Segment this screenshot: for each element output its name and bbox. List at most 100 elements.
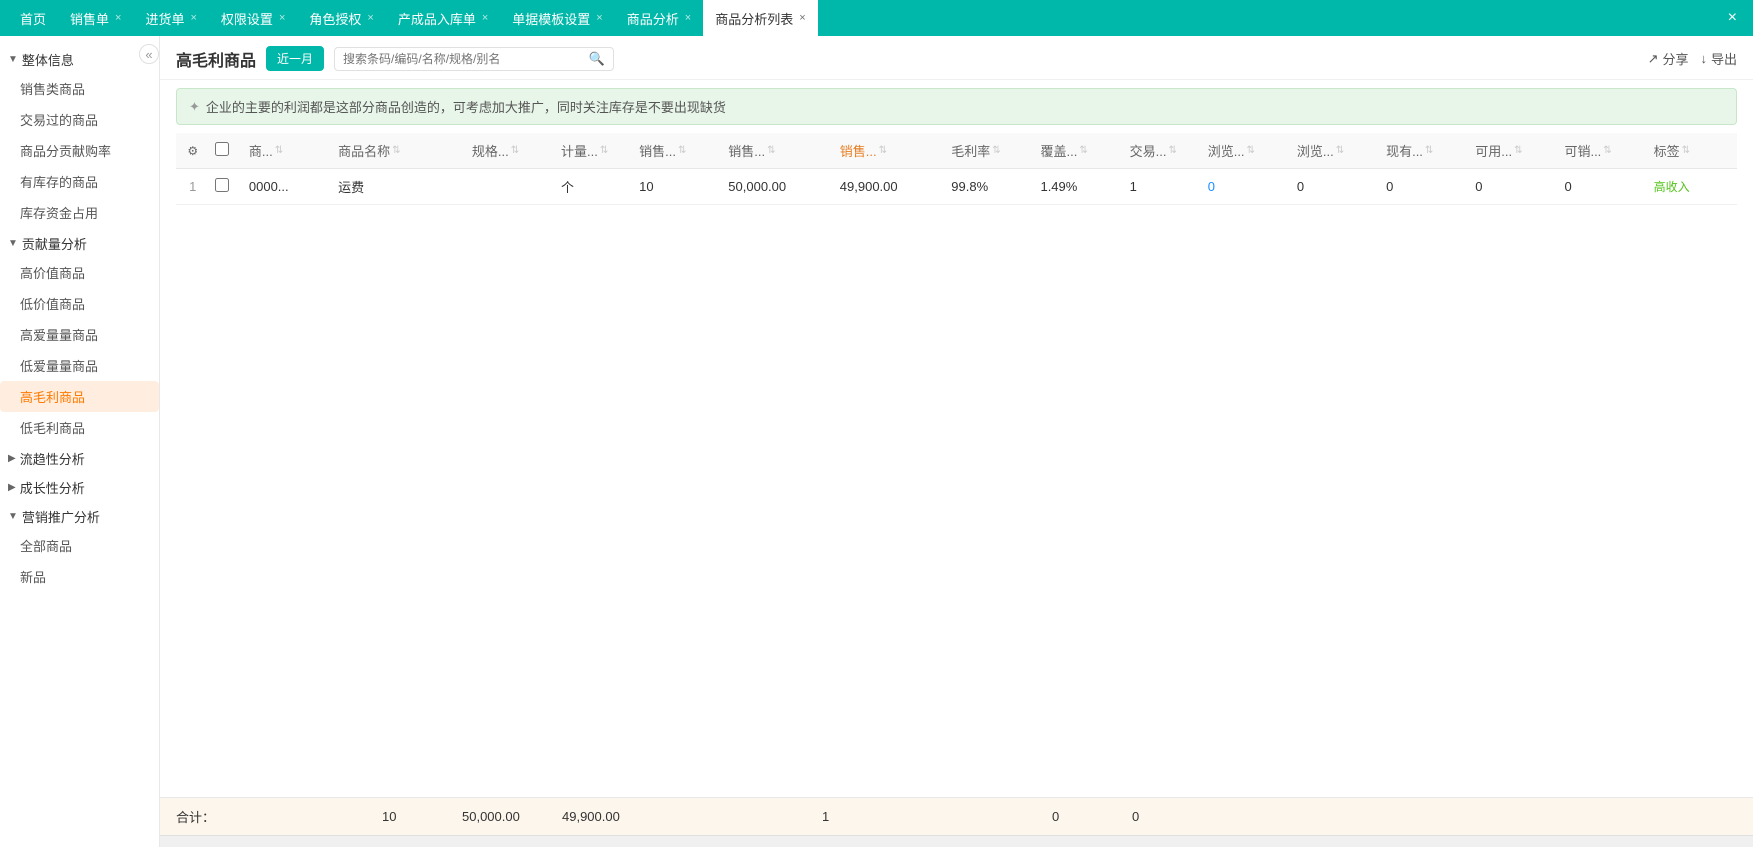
nav-purchase-order[interactable]: 进货单 × [133, 0, 208, 36]
nav-role-auth[interactable]: 角色授权 × [297, 0, 385, 36]
col-sales-amount[interactable]: 销售...⇅ [722, 133, 834, 169]
sidebar-item-in-stock[interactable]: 有库存的商品 [0, 166, 159, 197]
col-name-sort-icon: ⇅ [392, 145, 400, 156]
sidebar-item-high-demand[interactable]: 高爱量量商品 [0, 319, 159, 350]
nav-product-inbound-close[interactable]: × [482, 12, 488, 24]
col-unit[interactable]: 计量...⇅ [555, 133, 633, 169]
sidebar-group-growth-arrow: ▶ [8, 482, 16, 493]
header-actions: ↗ 分享 ↓ 导出 [1648, 49, 1737, 68]
nav-template-settings[interactable]: 单据模板设置 × [500, 0, 614, 36]
footer-trade: 1 [816, 809, 886, 824]
export-icon: ↓ [1700, 51, 1707, 66]
col-browse1-sort-icon: ⇅ [1247, 145, 1255, 156]
col-coverage[interactable]: 覆盖...⇅ [1034, 133, 1123, 169]
col-current-stock[interactable]: 现有...⇅ [1380, 133, 1469, 169]
nav-role-auth-close[interactable]: × [367, 12, 373, 24]
select-all-checkbox[interactable] [215, 142, 229, 156]
sidebar-group-trend-arrow: ▶ [8, 453, 16, 464]
search-icon[interactable]: 🔍 [589, 51, 605, 67]
col-trade[interactable]: 交易...⇅ [1124, 133, 1202, 169]
col-gross-margin-sort-icon: ⇅ [992, 145, 1000, 156]
sidebar-group-marketing-arrow: ▼ [8, 511, 18, 522]
nav-sales-order-close[interactable]: × [115, 12, 121, 24]
row-checkbox-cell [209, 169, 242, 205]
nav-product-analysis[interactable]: 商品分析 × [615, 0, 703, 36]
row-coverage: 1.49% [1034, 169, 1123, 205]
export-button[interactable]: ↓ 导出 [1700, 49, 1737, 68]
nav-permission-settings-close[interactable]: × [279, 12, 285, 24]
sidebar-group-growth[interactable]: ▶ 成长性分析 [0, 472, 159, 501]
sidebar-item-high-margin[interactable]: 高毛利商品 [0, 381, 159, 412]
nav-purchase-order-close[interactable]: × [190, 12, 196, 24]
col-sales-cost[interactable]: 销售...⇅ [834, 133, 946, 169]
sidebar-collapse-button[interactable]: « [139, 44, 159, 64]
sidebar-group-contribution-arrow: ▼ [8, 238, 18, 249]
sidebar-item-new-goods[interactable]: 新品 [0, 561, 159, 592]
bottom-scrollbar[interactable] [160, 835, 1753, 847]
sidebar-group-trend[interactable]: ▶ 流趋性分析 [0, 443, 159, 472]
notice-text: 企业的主要的利润都是这部分商品创造的，可考虑加大推广，同时关注库存是不要出现缺货 [206, 97, 726, 116]
col-unit-sort-icon: ⇅ [600, 145, 608, 156]
row-checkbox[interactable] [215, 178, 229, 192]
sidebar-item-low-value[interactable]: 低价值商品 [0, 288, 159, 319]
main-container: « ▼ 整体信息 销售类商品 交易过的商品 商品分贡献购率 有库存的商品 库存资… [0, 36, 1753, 847]
nav-template-settings-close[interactable]: × [596, 12, 602, 24]
table-wrapper: ⚙ 商...⇅ 商品名称⇅ 规格...⇅ 计量...⇅ [160, 133, 1753, 797]
footer-available: 0 [1126, 809, 1206, 824]
col-gross-margin[interactable]: 毛利率⇅ [945, 133, 1034, 169]
sidebar-item-low-demand[interactable]: 低爱量量商品 [0, 350, 159, 381]
nav-product-analysis-list[interactable]: 商品分析列表 × [703, 0, 817, 36]
nav-sales-order[interactable]: 销售单 × [58, 0, 133, 36]
col-browse1[interactable]: 浏览...⇅ [1202, 133, 1291, 169]
sidebar-group-marketing[interactable]: ▼ 营销推广分析 [0, 501, 159, 530]
sidebar-item-traded-goods[interactable]: 交易过的商品 [0, 104, 159, 135]
col-checkbox [209, 133, 242, 169]
col-settings[interactable]: ⚙ [176, 133, 209, 169]
col-sales-qty[interactable]: 销售...⇅ [633, 133, 722, 169]
notice-bar: ✦ 企业的主要的利润都是这部分商品创造的，可考虑加大推广，同时关注库存是不要出现… [176, 88, 1737, 125]
row-available: 0 [1469, 169, 1558, 205]
share-button[interactable]: ↗ 分享 [1648, 49, 1689, 68]
nav-product-inbound[interactable]: 产成品入库单 × [386, 0, 500, 36]
row-current-stock: 0 [1380, 169, 1469, 205]
col-sellable[interactable]: 可销...⇅ [1558, 133, 1647, 169]
row-sales-amount: 50,000.00 [722, 169, 834, 205]
sidebar-item-high-value[interactable]: 高价值商品 [0, 257, 159, 288]
sidebar-group-overall[interactable]: ▼ 整体信息 [0, 44, 159, 73]
sidebar-item-all-goods[interactable]: 全部商品 [0, 530, 159, 561]
col-tag[interactable]: 标签⇅ [1648, 133, 1737, 169]
share-icon: ↗ [1648, 51, 1659, 67]
col-code-sort-icon: ⇅ [275, 145, 283, 156]
footer-label: 合计： [176, 807, 376, 826]
nav-product-analysis-close[interactable]: × [685, 12, 691, 24]
sidebar-item-sales-goods[interactable]: 销售类商品 [0, 73, 159, 104]
row-browse1-link[interactable]: 0 [1208, 179, 1215, 194]
row-sales-cost: 49,900.00 [834, 169, 946, 205]
col-sellable-sort-icon: ⇅ [1603, 145, 1611, 156]
col-spec[interactable]: 规格...⇅ [466, 133, 555, 169]
sidebar-item-stock-capital[interactable]: 库存资金占用 [0, 197, 159, 228]
search-input[interactable] [343, 52, 589, 66]
sidebar-group-contribution[interactable]: ▼ 贡献量分析 [0, 228, 159, 257]
col-browse2[interactable]: 浏览...⇅ [1291, 133, 1380, 169]
row-sellable: 0 [1558, 169, 1647, 205]
nav-home[interactable]: 首页 [8, 0, 58, 36]
col-sales-cost-sort-icon: ⇅ [879, 145, 887, 156]
nav-permission-settings[interactable]: 权限设置 × [209, 0, 297, 36]
nav-product-analysis-list-close[interactable]: × [799, 12, 805, 24]
col-name[interactable]: 商品名称⇅ [332, 133, 466, 169]
row-name: 运费 [332, 169, 466, 205]
search-box: 🔍 [334, 47, 614, 71]
table-row: 1 0000... 运费 个 [176, 169, 1737, 205]
sidebar-item-low-margin[interactable]: 低毛利商品 [0, 412, 159, 443]
col-available[interactable]: 可用...⇅ [1469, 133, 1558, 169]
close-all-tabs-button[interactable]: × [1720, 9, 1745, 27]
col-code[interactable]: 商...⇅ [243, 133, 332, 169]
filter-last-month-button[interactable]: 近一月 [266, 46, 324, 71]
sidebar-item-contribution-rate[interactable]: 商品分贡献购率 [0, 135, 159, 166]
row-browse2: 0 [1291, 169, 1380, 205]
row-code: 0000... [243, 169, 332, 205]
col-tag-sort-icon: ⇅ [1682, 145, 1690, 156]
row-spec [466, 169, 555, 205]
row-trade: 1 [1124, 169, 1202, 205]
